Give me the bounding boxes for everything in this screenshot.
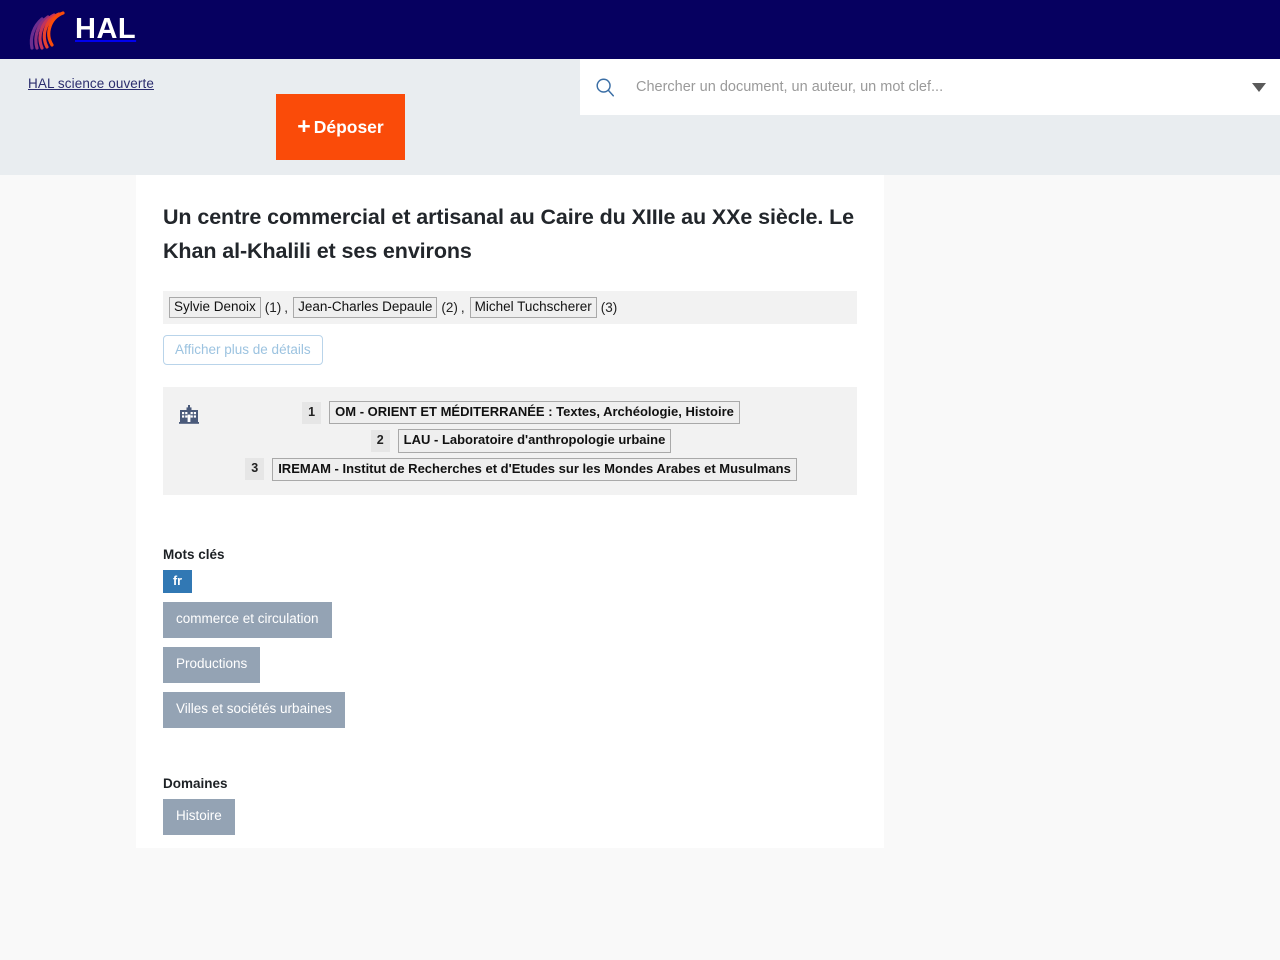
affiliation-number: 2: [370, 430, 390, 452]
author-link[interactable]: Sylvie Denoix: [169, 296, 261, 319]
keyword-tag[interactable]: Villes et sociétés urbaines: [163, 692, 345, 728]
authors-list: Sylvie Denoix (1) , Jean-Charles Depaule…: [163, 290, 857, 325]
affiliation-row: 2 LAU - Laboratoire d'anthropologie urba…: [370, 429, 672, 453]
keywords-section: Mots clés fr commerce et circulation Pro…: [163, 547, 857, 728]
search-input[interactable]: [634, 59, 1242, 115]
brand-wordmark: HAL: [75, 13, 137, 45]
show-more-details-button[interactable]: Afficher plus de détails: [163, 335, 323, 366]
affiliations-rows: 1 OM - ORIENT ET MÉDITERRANÉE : Textes, …: [201, 401, 841, 481]
author-separator: ,: [460, 300, 465, 316]
search-bar: [580, 59, 1280, 115]
plus-icon: +: [297, 112, 311, 139]
author-affiliation-index: (2): [441, 300, 458, 316]
keyword-tag[interactable]: commerce et circulation: [163, 602, 332, 639]
domains-heading: Domaines: [163, 775, 228, 791]
affiliation-row: 1 OM - ORIENT ET MÉDITERRANÉE : Textes, …: [302, 401, 740, 425]
top-navigation-bar: HAL: [0, 0, 1280, 59]
affiliation-link[interactable]: OM - ORIENT ET MÉDITERRANÉE : Textes, Ar…: [329, 401, 740, 425]
author-affiliation-index: (1): [264, 300, 282, 316]
page-content: Ouvrages Année : 1999 Un centre commerci…: [0, 175, 1280, 960]
keyword-tag-list: commerce et circulation Productions Vill…: [163, 602, 857, 728]
institution-building-icon: [179, 405, 199, 424]
keyword-language-badge[interactable]: fr: [163, 569, 193, 594]
author-link[interactable]: Michel Tuchscherer: [469, 296, 597, 319]
domain-tag[interactable]: Histoire: [163, 798, 235, 835]
domain-tag-list: Histoire: [163, 798, 857, 835]
search-icon[interactable]: [594, 76, 616, 98]
affiliation-link[interactable]: IREMAM - Institut de Recherches et d'Etu…: [272, 457, 797, 481]
affiliations-panel: 1 OM - ORIENT ET MÉDITERRANÉE : Textes, …: [163, 387, 857, 495]
document-card: Un centre commercial et artisanal au Cai…: [136, 175, 884, 848]
header-band: HAL science ouverte + Déposer: [0, 59, 1280, 175]
site-name-link[interactable]: HAL science ouverte: [28, 76, 154, 91]
author-affiliation-index: (3): [600, 300, 618, 316]
author-link[interactable]: Jean-Charles Depaule: [293, 296, 438, 319]
hal-home-link[interactable]: HAL: [28, 10, 136, 50]
affiliation-row: 3 IREMAM - Institut de Recherches et d'E…: [245, 457, 797, 481]
hal-arcs-logo-icon: [29, 10, 65, 50]
domains-section: Domaines Histoire: [163, 776, 857, 835]
affiliation-number: 3: [245, 458, 265, 481]
deposit-button-label: Déposer: [313, 116, 384, 137]
affiliation-number: 1: [302, 401, 322, 424]
keyword-tag[interactable]: Productions: [163, 647, 261, 684]
chevron-down-icon[interactable]: [1252, 82, 1266, 92]
keywords-heading: Mots clés: [163, 546, 225, 562]
author-separator: ,: [284, 300, 289, 316]
affiliation-link[interactable]: LAU - Laboratoire d'anthropologie urbain…: [397, 429, 672, 453]
page-title: Un centre commercial et artisanal au Cai…: [163, 205, 854, 263]
deposit-button[interactable]: + Déposer: [276, 94, 405, 160]
